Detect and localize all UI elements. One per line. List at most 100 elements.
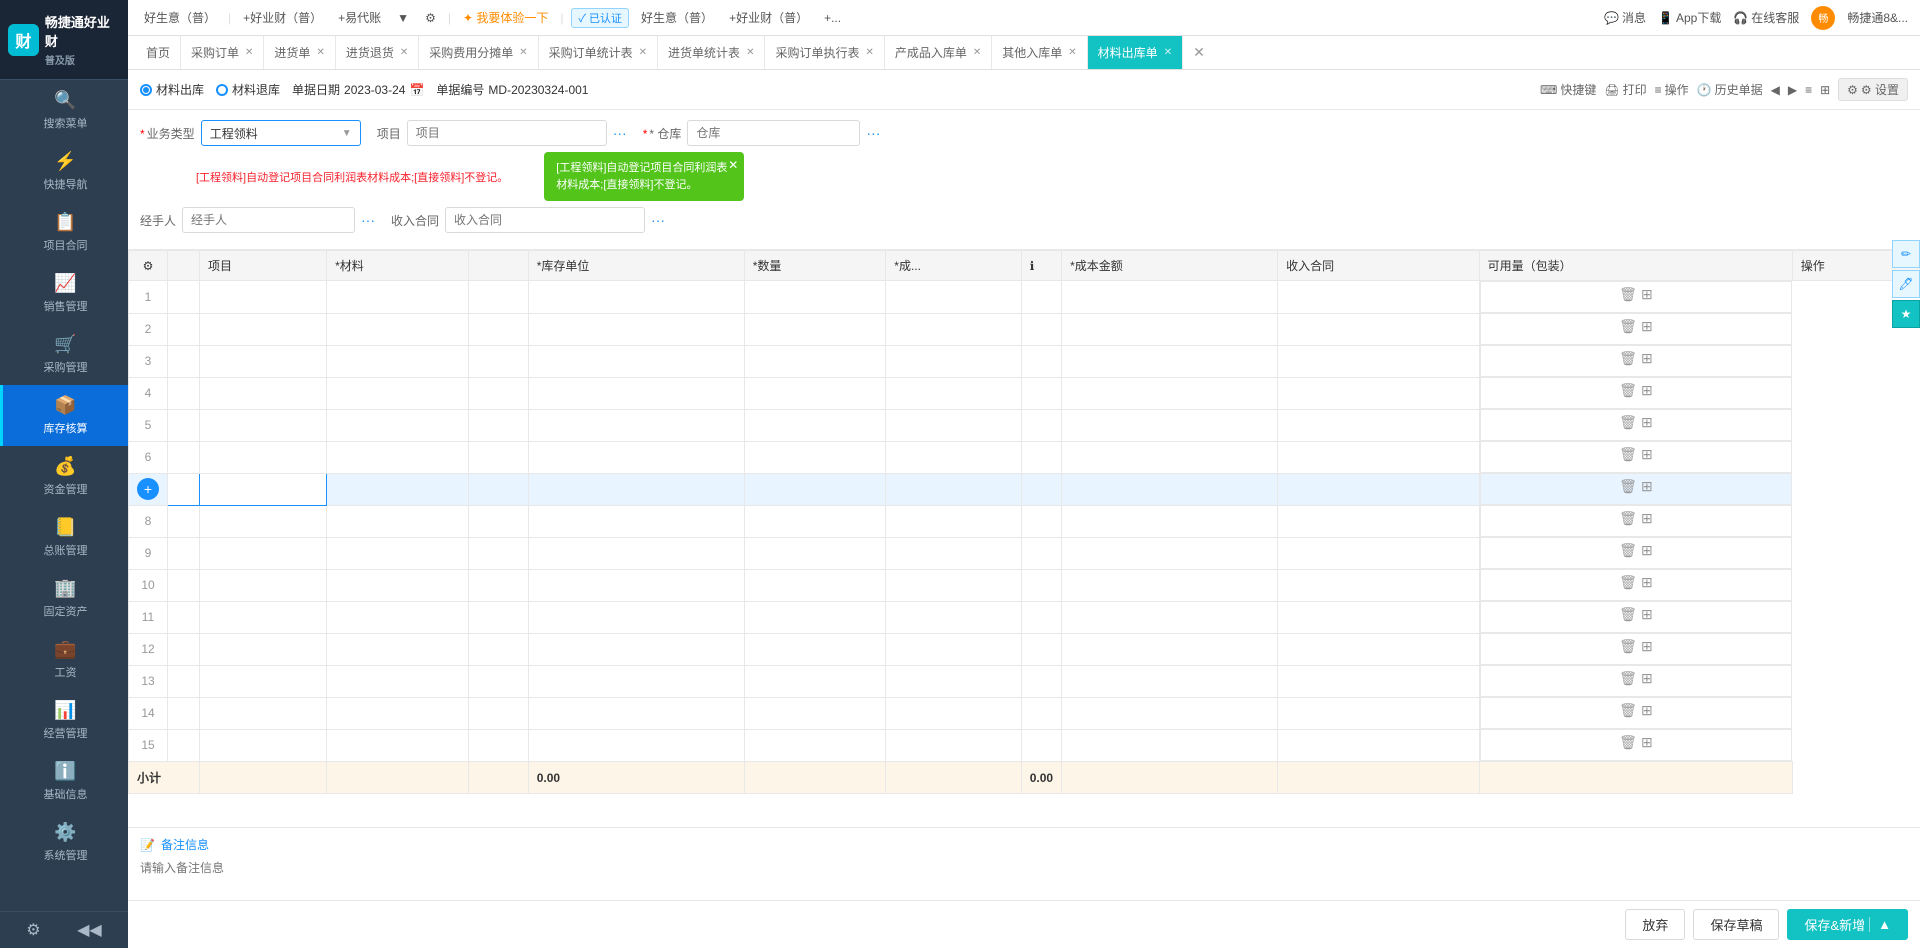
delete-row-btn[interactable]: 🗑 [1619, 286, 1637, 308]
cell[interactable] [528, 697, 744, 729]
save-new-dropdown-arrow[interactable]: ▲ [1869, 917, 1891, 932]
cell[interactable] [1062, 281, 1278, 314]
cell[interactable] [168, 441, 200, 473]
cell[interactable] [886, 665, 1021, 697]
cell[interactable] [1062, 665, 1278, 697]
copy-row-btn[interactable]: ⊞ [1641, 542, 1653, 564]
cell[interactable] [1278, 441, 1480, 473]
collapse-icon[interactable]: ◀◀ [77, 920, 102, 940]
cell[interactable] [886, 633, 1021, 665]
message-btn[interactable]: 💬 消息 [1604, 9, 1646, 26]
cell[interactable] [327, 345, 469, 377]
save-new-btn[interactable]: 保存&新增 ▲ [1787, 909, 1908, 940]
warehouse-dots-btn[interactable]: ··· [866, 125, 880, 141]
cell[interactable] [327, 281, 469, 314]
topbar-easy-proxy[interactable]: +易代账 [334, 9, 385, 26]
right-tool-pen[interactable]: 🖊 [1892, 270, 1920, 298]
cell[interactable] [1021, 313, 1061, 345]
cell[interactable] [200, 601, 327, 633]
nav-next-btn[interactable]: ▶ [1788, 83, 1797, 97]
cell[interactable] [168, 697, 200, 729]
app-download-btn[interactable]: 📱 App下载 [1658, 9, 1721, 26]
delete-row-btn[interactable]: 🗑 [1619, 702, 1637, 724]
cell[interactable] [168, 569, 200, 601]
tab-close-purchase-order[interactable]: ✕ [245, 47, 253, 58]
cell[interactable] [468, 601, 528, 633]
user-avatar[interactable]: 畅 [1811, 6, 1835, 30]
delete-row-btn[interactable]: 🗑 [1619, 446, 1637, 468]
cell[interactable] [468, 633, 528, 665]
cell[interactable] [327, 313, 469, 345]
cell[interactable] [1062, 345, 1278, 377]
view2-btn[interactable]: ⊞ [1820, 83, 1830, 97]
cell[interactable] [1021, 281, 1061, 314]
cell[interactable] [744, 729, 886, 762]
cell[interactable] [886, 377, 1021, 409]
add-row-btn[interactable]: + [137, 478, 159, 500]
copy-row-btn[interactable]: ⊞ [1641, 382, 1653, 404]
cell[interactable] [200, 345, 327, 377]
cell[interactable] [468, 441, 528, 473]
user-name[interactable]: 畅捷通8&... [1847, 9, 1908, 26]
tab-close-purchase-split[interactable]: ✕ [519, 47, 527, 58]
cell[interactable] [468, 665, 528, 697]
cell[interactable] [1062, 537, 1278, 569]
cell[interactable] [1278, 409, 1480, 441]
cell[interactable] [744, 633, 886, 665]
cell[interactable] [528, 569, 744, 601]
cell[interactable] [886, 345, 1021, 377]
cell[interactable] [327, 441, 469, 473]
cell[interactable] [327, 537, 469, 569]
cell[interactable] [528, 473, 744, 505]
topbar-settings-icon[interactable]: ⚙ [421, 11, 440, 25]
radio-return[interactable]: 材料退库 [216, 81, 280, 98]
cell[interactable] [1278, 313, 1480, 345]
cell[interactable] [1021, 473, 1061, 505]
cell[interactable] [200, 409, 327, 441]
cell[interactable] [200, 569, 327, 601]
right-tool-edit[interactable]: ✏ [1892, 240, 1920, 268]
sidebar-item-sales[interactable]: 📈 销售管理 [0, 263, 128, 324]
settings-bottom-icon[interactable]: ⚙ [26, 920, 40, 940]
tab-close-material-issue[interactable]: ✕ [1164, 47, 1172, 58]
sidebar-item-assets[interactable]: 🏢 固定资产 [0, 568, 128, 629]
cell[interactable] [744, 377, 886, 409]
cell[interactable] [168, 537, 200, 569]
cell[interactable] [1021, 441, 1061, 473]
delete-row-btn[interactable]: 🗑 [1619, 606, 1637, 628]
col-header-gear[interactable]: ⚙ [129, 251, 168, 281]
delete-row-btn[interactable]: 🗑 [1619, 414, 1637, 436]
sidebar-item-project[interactable]: 📋 项目合同 [0, 202, 128, 263]
sidebar-item-ledger[interactable]: 📒 总账管理 [0, 507, 128, 568]
cell[interactable] [1278, 345, 1480, 377]
save-draft-btn[interactable]: 保存草稿 [1693, 909, 1779, 940]
cell[interactable] [468, 281, 528, 314]
view1-btn[interactable]: ≡ [1805, 83, 1812, 97]
cell[interactable] [468, 409, 528, 441]
cell[interactable] [528, 313, 744, 345]
copy-row-btn[interactable]: ⊞ [1641, 350, 1653, 372]
cell[interactable] [468, 729, 528, 762]
cell[interactable] [528, 409, 744, 441]
cell[interactable] [327, 697, 469, 729]
sidebar-item-search[interactable]: 🔍 搜索菜单 [0, 80, 128, 141]
sidebar-item-finance[interactable]: 💰 资金管理 [0, 446, 128, 507]
delete-row-btn[interactable]: 🗑 [1619, 318, 1637, 340]
tab-purchase-order[interactable]: 采购订单 ✕ [181, 36, 264, 70]
cell[interactable] [1062, 505, 1278, 537]
project-dots-btn[interactable]: ··· [613, 125, 627, 141]
cell[interactable] [744, 345, 886, 377]
cell[interactable] [327, 377, 469, 409]
copy-row-btn[interactable]: ⊞ [1641, 286, 1653, 308]
cell[interactable] [1062, 441, 1278, 473]
copy-row-btn[interactable]: ⊞ [1641, 638, 1653, 660]
cell[interactable] [528, 377, 744, 409]
cell[interactable] [327, 729, 469, 762]
shortcut-btn[interactable]: ⌨ 快捷键 [1540, 81, 1596, 98]
tab-close-all-btn[interactable]: ✕ [1187, 44, 1211, 61]
cell[interactable] [1062, 409, 1278, 441]
cell[interactable] [1021, 665, 1061, 697]
biz-type-select[interactable]: 工程领料 ▼ [201, 120, 361, 146]
nav-prev-btn[interactable]: ◀ [1771, 83, 1780, 97]
warehouse-input[interactable] [687, 120, 860, 146]
